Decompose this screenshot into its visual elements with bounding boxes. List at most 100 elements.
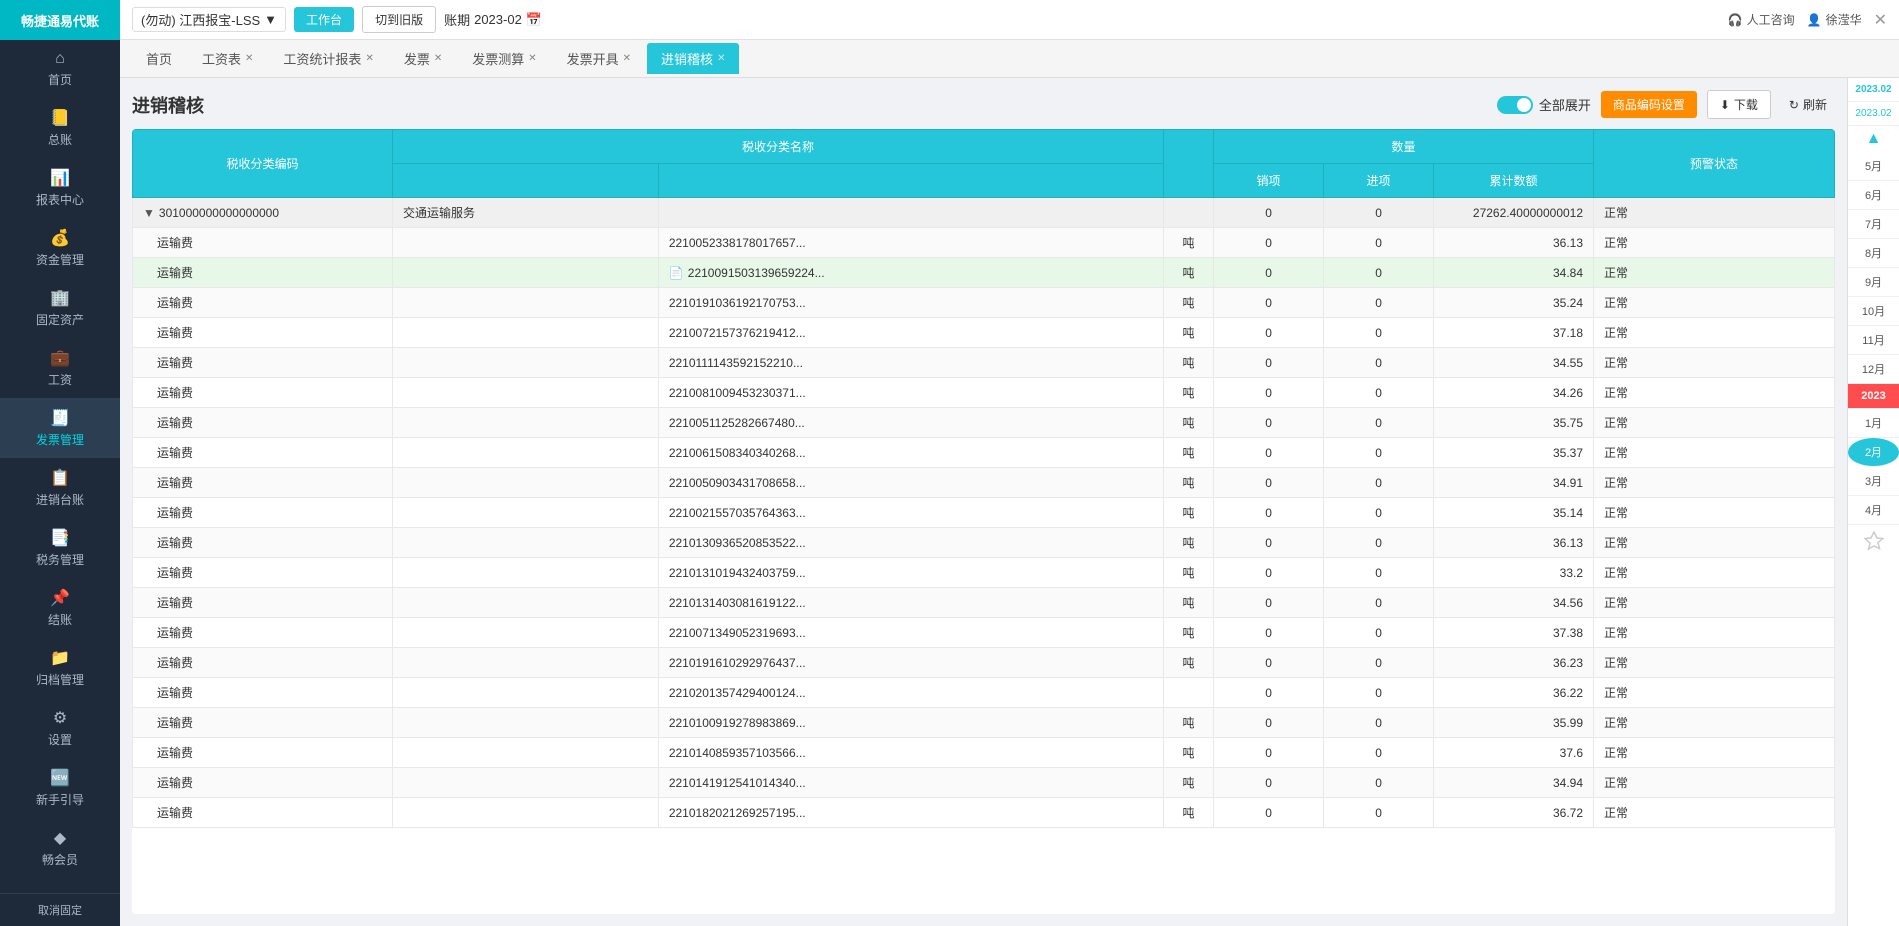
th-unit	[1164, 130, 1214, 198]
td-sales: 0	[1214, 768, 1324, 798]
main-table: 税收分类编码 税收分类名称 数量 预警状态 销项 进项 累计数额 ▼301000…	[132, 129, 1835, 828]
tab-invoice-calc-close[interactable]: ✕	[528, 53, 536, 64]
sidebar-item-assets[interactable]: 🏢 固定资产	[0, 278, 120, 338]
tab-sales-check-close[interactable]: ✕	[717, 53, 725, 64]
member-icon: ◆	[54, 828, 66, 848]
tab-salary-table-label: 工资表	[202, 49, 241, 68]
tab-invoice-calc[interactable]: 发票测算 ✕	[458, 43, 550, 74]
support-link[interactable]: 🎧 人工咨询	[1728, 11, 1795, 28]
sidebar: 畅捷通易代账 ⌂ 首页 📒 总账 📊 报表中心 💰 资金管理 🏢 固定资产 💼 …	[0, 0, 120, 926]
sidebar-item-ledger[interactable]: 📒 总账	[0, 98, 120, 158]
tab-invoice-open[interactable]: 发票开具 ✕	[553, 43, 645, 74]
right-panel: 2023.02 2023.02 ▲ 5月 6月 7月 8月 9月 10月 11月…	[1847, 78, 1899, 926]
right-panel-mar-2023[interactable]: 3月	[1848, 467, 1899, 496]
td-sales: 0	[1214, 708, 1324, 738]
company-selector[interactable]: (勿动) 江西报宝-LSS ▼	[132, 7, 286, 32]
sidebar-item-label: 结账	[48, 611, 72, 628]
right-panel-dec[interactable]: 12月	[1848, 355, 1899, 384]
right-panel-nov[interactable]: 11月	[1848, 326, 1899, 355]
th-status: 预警状态	[1594, 130, 1835, 198]
tab-salary-stats[interactable]: 工资统计报表 ✕	[269, 43, 387, 74]
td-invoice-no: 2210131019432403759...	[658, 558, 1163, 588]
td-sales: 0	[1214, 468, 1324, 498]
favorite-icon[interactable]	[1864, 531, 1884, 551]
tab-salary-table-close[interactable]: ✕	[245, 53, 253, 64]
right-panel-may[interactable]: 5月	[1848, 152, 1899, 181]
sidebar-footer[interactable]: 取消固定	[0, 893, 120, 926]
td-tax-name	[393, 558, 659, 588]
sidebar-item-guide[interactable]: 🆕 新手引导	[0, 758, 120, 818]
nav-up-arrow[interactable]: ▲	[1848, 126, 1899, 152]
period-calendar-icon[interactable]: 📅	[526, 12, 542, 28]
td-tax-name	[393, 438, 659, 468]
tab-salary-stats-close[interactable]: ✕	[365, 53, 373, 64]
tab-invoice-open-close[interactable]: ✕	[623, 53, 631, 64]
right-panel-jun[interactable]: 6月	[1848, 181, 1899, 210]
sidebar-item-settlement[interactable]: 📌 结账	[0, 578, 120, 638]
tab-home-label: 首页	[146, 49, 172, 68]
th-quantity-group: 数量	[1214, 130, 1594, 164]
td-invoice-no: 📄2210091503139659224...	[658, 258, 1163, 288]
td-tax-name	[393, 618, 659, 648]
sidebar-item-label: 新手引导	[36, 791, 84, 808]
right-panel-jul[interactable]: 7月	[1848, 210, 1899, 239]
td-tax-name	[393, 798, 659, 828]
td-item-name: 运输费	[133, 768, 393, 798]
download-button[interactable]: ⬇ 下载	[1707, 90, 1771, 119]
td-unit: 吨	[1164, 468, 1214, 498]
sidebar-item-tax[interactable]: 📑 税务管理	[0, 518, 120, 578]
toggle-expand[interactable]: 全部展开	[1497, 95, 1591, 114]
sidebar-item-reports[interactable]: 📊 报表中心	[0, 158, 120, 218]
table-row: 运输费 2210182021269257195... 吨 0 0 36.72 正…	[133, 798, 1835, 828]
th-tax-code: 税收分类编码	[133, 130, 393, 198]
right-panel-jan-2023[interactable]: 1月	[1848, 409, 1899, 438]
th-tax-name-sub	[393, 164, 659, 198]
archive-icon: 📁	[50, 648, 70, 668]
toggle-expand-switch[interactable]	[1497, 96, 1533, 114]
td-status: 正常	[1594, 528, 1835, 558]
reports-icon: 📊	[50, 168, 70, 188]
td-sales: 0	[1214, 528, 1324, 558]
workbench-button[interactable]: 工作台	[294, 7, 354, 32]
td-tax-name	[393, 288, 659, 318]
right-panel-feb-2023[interactable]: 2月	[1848, 438, 1899, 467]
user-menu[interactable]: 👤 徐滢华	[1807, 11, 1862, 28]
td-invoice-no: 2210100919278983869...	[658, 708, 1163, 738]
close-button[interactable]: ✕	[1874, 10, 1887, 30]
td-unit: 吨	[1164, 648, 1214, 678]
td-unit: 吨	[1164, 588, 1214, 618]
refresh-button[interactable]: ↻ 刷新	[1781, 91, 1835, 118]
sidebar-item-invoices[interactable]: 🧾 发票管理	[0, 398, 120, 458]
td-cumulative: 33.2	[1434, 558, 1594, 588]
tab-sales-check[interactable]: 进销稽核 ✕	[647, 43, 739, 74]
sidebar-item-settings[interactable]: ⚙ 设置	[0, 698, 120, 758]
tab-invoice[interactable]: 发票 ✕	[390, 43, 456, 74]
funds-icon: 💰	[50, 228, 70, 248]
right-panel-oct[interactable]: 10月	[1848, 297, 1899, 326]
tab-home[interactable]: 首页	[132, 43, 186, 74]
sidebar-item-funds[interactable]: 💰 资金管理	[0, 218, 120, 278]
sidebar-item-label: 进销台账	[36, 491, 84, 508]
td-sales: 0	[1214, 618, 1324, 648]
settings-button[interactable]: 商品编码设置	[1601, 91, 1697, 118]
tab-salary-table[interactable]: 工资表 ✕	[188, 43, 267, 74]
td-tax-name	[393, 258, 659, 288]
right-panel-apr-2023[interactable]: 4月	[1848, 496, 1899, 525]
sidebar-item-sales[interactable]: 📋 进销台账	[0, 458, 120, 518]
td-unit: 吨	[1164, 288, 1214, 318]
td-status: 正常	[1594, 198, 1835, 228]
download-icon: ⬇	[1720, 98, 1730, 112]
sidebar-item-archive[interactable]: 📁 归档管理	[0, 638, 120, 698]
sidebar-item-home[interactable]: ⌂ 首页	[0, 40, 120, 98]
sidebar-item-member[interactable]: ◆ 畅会员	[0, 818, 120, 878]
td-invoice-no: 2210050903431708658...	[658, 468, 1163, 498]
right-panel-aug[interactable]: 8月	[1848, 239, 1899, 268]
invoices-icon: 🧾	[50, 408, 70, 428]
ledger-icon: 📒	[50, 108, 70, 128]
td-unit: 吨	[1164, 408, 1214, 438]
sidebar-item-salary[interactable]: 💼 工资	[0, 338, 120, 398]
right-panel-sep[interactable]: 9月	[1848, 268, 1899, 297]
tab-invoice-close[interactable]: ✕	[434, 53, 442, 64]
switch-version-button[interactable]: 切到旧版	[362, 6, 436, 33]
td-item-name: 运输费	[133, 528, 393, 558]
